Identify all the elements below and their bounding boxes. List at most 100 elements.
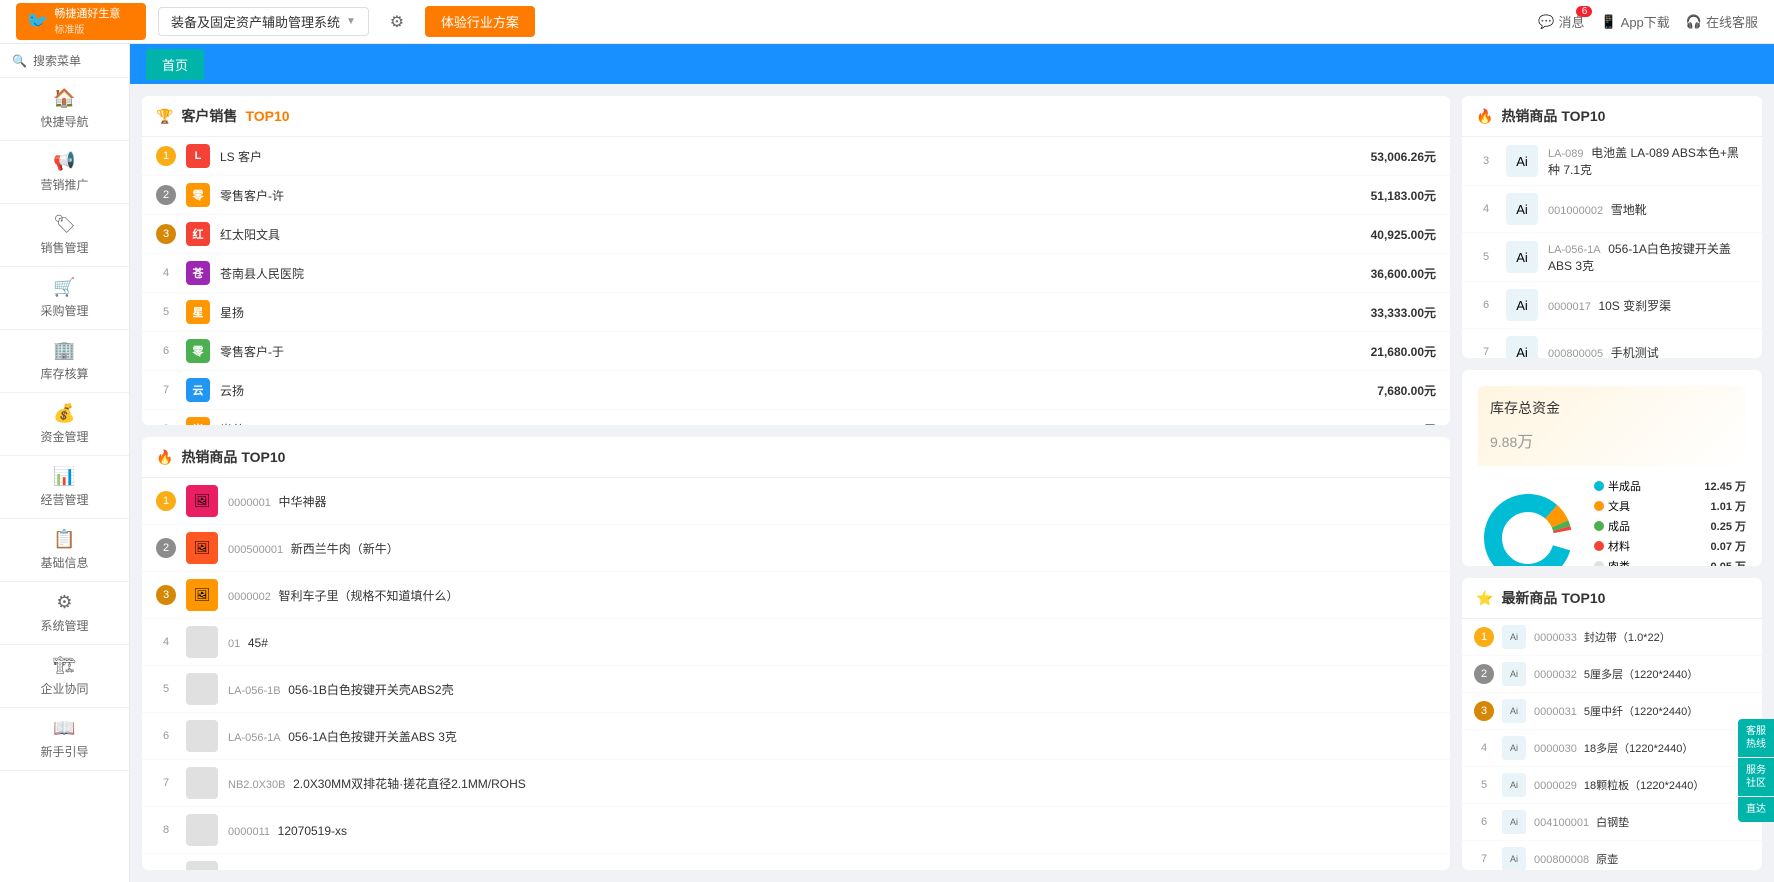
sales-rank-row: 3 红 红太阳文具 40,925.00元 bbox=[142, 215, 1450, 254]
hot-products-header: 🔥 热销商品 TOP10 bbox=[142, 437, 1450, 478]
product-code-right: LA-089 bbox=[1548, 148, 1583, 160]
rank-avatar: 零 bbox=[186, 339, 210, 363]
hot-product-right-row: 5 Ai LA-056-1A 056-1A白色按键开关盖ABS 3克 bbox=[1462, 233, 1762, 282]
system-name: 装备及固定资产辅助管理系统 bbox=[171, 12, 340, 31]
rank-number: 4 bbox=[156, 263, 176, 283]
sidebar-label-guide: 新手引导 bbox=[40, 743, 88, 760]
new-product-info: 0000031 5厘中纤（1220*2440） bbox=[1534, 703, 1750, 719]
product-code: 01 bbox=[228, 638, 240, 650]
product-rank: 5 bbox=[156, 679, 176, 699]
product-info: 0000002 智利车子里（规格不知道填什么） bbox=[228, 587, 458, 604]
donut-legend: 半成品 12.45 万 文具 1.01 万 成品 0.25 万 材料 0.07 … bbox=[1594, 478, 1746, 566]
product-rank: 7 bbox=[156, 773, 176, 793]
sidebar-item-quick-nav[interactable]: 🏠 快捷导航 bbox=[0, 78, 129, 141]
new-product-image: Ai bbox=[1502, 736, 1526, 760]
rank-name: 苍南县人民医院 bbox=[220, 265, 1361, 282]
direct-btn[interactable]: 直达 bbox=[1738, 797, 1774, 822]
product-image: 🖼 bbox=[186, 532, 218, 564]
sidebar-label-marketing: 营销推广 bbox=[40, 176, 88, 193]
rank-amount: 36,600.00元 bbox=[1371, 265, 1436, 282]
float-buttons: 客服热线 服务社区 直达 bbox=[1738, 719, 1774, 822]
sidebar-label-sales: 销售管理 bbox=[40, 239, 88, 256]
nav-tabs: 首页 bbox=[130, 44, 1774, 84]
hot-product-right-row: 6 Ai 0000017 10S 变刹罗渠 bbox=[1462, 282, 1762, 329]
hot-product-row: 6 LA-056-1A 056-1A白色按键开关盖ABS 3克 bbox=[142, 713, 1450, 760]
sidebar-item-finance[interactable]: 💰 资金管理 bbox=[0, 393, 129, 456]
app-download-label: App下载 bbox=[1621, 12, 1670, 31]
product-rank: 8 bbox=[156, 820, 176, 840]
product-rank-right: 4 bbox=[1476, 199, 1496, 219]
product-code-right: 0000017 bbox=[1548, 301, 1591, 313]
new-product-image: Ai bbox=[1502, 662, 1526, 686]
sidebar-item-system[interactable]: ⚙ 系统管理 bbox=[0, 582, 129, 645]
product-code: 000500001 bbox=[228, 544, 283, 556]
rank-number: 5 bbox=[156, 302, 176, 322]
messages-badge: 6 bbox=[1576, 6, 1592, 17]
rank-amount: 51,183.00元 bbox=[1371, 187, 1436, 204]
sales-icon: 🏷 bbox=[53, 214, 76, 235]
online-service-button[interactable]: 🎧 在线客服 bbox=[1686, 12, 1758, 31]
hot-products-right-list: 3 Ai LA-089 电池盖 LA-089 ABS本色+黑种 7.1克 4 A… bbox=[1462, 137, 1762, 358]
sales-top10-header: 🏆 客户销售 TOP10 bbox=[142, 96, 1450, 137]
sidebar-item-inventory[interactable]: 🏢 库存核算 bbox=[0, 330, 129, 393]
service-community-btn[interactable]: 服务社区 bbox=[1738, 758, 1774, 796]
search-menu[interactable]: 🔍 搜索菜单 bbox=[0, 44, 129, 78]
product-name: 新西兰牛肉（新牛） bbox=[291, 542, 399, 556]
rank-name: 红太阳文具 bbox=[220, 226, 1361, 243]
hot-product-right-row: 3 Ai LA-089 电池盖 LA-089 ABS本色+黑种 7.1克 bbox=[1462, 137, 1762, 186]
rank-number: 8 bbox=[156, 419, 176, 425]
product-code: NB2.0X30B bbox=[228, 779, 285, 791]
system-icon: ⚙ bbox=[56, 592, 72, 613]
hot-products-list: 1 🖼 0000001 中华神器 2 🖼 000500001 新西兰牛肉（新牛）… bbox=[142, 478, 1450, 870]
sidebar-item-sales[interactable]: 🏷 销售管理 bbox=[0, 204, 129, 267]
messages-button[interactable]: 💬 消息 6 bbox=[1538, 12, 1584, 31]
product-image: 🖼 bbox=[186, 579, 218, 611]
new-product-rank: 6 bbox=[1474, 812, 1494, 832]
new-product-image: Ai bbox=[1502, 810, 1526, 834]
legend-label: 文具 bbox=[1608, 498, 1630, 514]
sidebar-item-marketing[interactable]: 📢 营销推广 bbox=[0, 141, 129, 204]
product-image bbox=[186, 861, 218, 870]
new-product-info: 004100001 白钢垫 bbox=[1534, 814, 1750, 830]
product-name-right: 手机测试 bbox=[1611, 346, 1659, 358]
new-product-name: 5厘中纤（1220*2440） bbox=[1584, 706, 1698, 718]
sales-top10-label: TOP10 bbox=[245, 108, 289, 124]
new-product-image: Ai bbox=[1502, 847, 1526, 870]
settings-button[interactable]: ⚙ bbox=[381, 6, 413, 38]
marketing-icon: 📢 bbox=[53, 151, 75, 172]
new-product-name: 封边带（1.0*22） bbox=[1584, 632, 1671, 644]
tab-home[interactable]: 首页 bbox=[146, 49, 204, 80]
sidebar-item-purchase[interactable]: 🛒 采购管理 bbox=[0, 267, 129, 330]
logo: 🐦 畅捷通好生意 标准版 bbox=[16, 3, 146, 40]
sidebar-item-enterprise[interactable]: 🏗 企业协同 bbox=[0, 645, 129, 708]
product-info: 0000011 12070519-xs bbox=[228, 823, 347, 838]
sidebar-item-operations[interactable]: 📊 经营管理 bbox=[0, 456, 129, 519]
trial-button[interactable]: 体验行业方案 bbox=[425, 6, 535, 37]
product-image bbox=[186, 767, 218, 799]
rank-number: 6 bbox=[156, 341, 176, 361]
rank-name: 星扬 bbox=[220, 304, 1361, 321]
app-download-button[interactable]: 📱 App下载 bbox=[1600, 12, 1669, 31]
sidebar-label-system: 系统管理 bbox=[40, 617, 88, 634]
new-product-code: 0000032 bbox=[1534, 669, 1577, 681]
new-products-header: ⭐ 最新商品 TOP10 bbox=[1462, 578, 1762, 619]
page-content: 🏆 客户销售 TOP10 1 L LS 客户 53,006.26元 2 零 零售… bbox=[130, 84, 1774, 882]
customer-service-btn[interactable]: 客服热线 bbox=[1738, 719, 1774, 757]
sales-rank-table: 1 L LS 客户 53,006.26元 2 零 零售客户-许 51,183.0… bbox=[142, 137, 1450, 425]
legend-item: 文具 1.01 万 bbox=[1594, 498, 1746, 514]
product-name: 中华神器 bbox=[278, 495, 326, 509]
rank-number: 3 bbox=[156, 224, 176, 244]
sidebar-item-guide[interactable]: 📖 新手引导 bbox=[0, 708, 129, 771]
product-image: 🖼 bbox=[186, 485, 218, 517]
product-code: 0000011 bbox=[228, 826, 270, 838]
product-info-right: LA-089 电池盖 LA-089 ABS本色+黑种 7.1克 bbox=[1548, 144, 1748, 178]
product-name-right: 雪地靴 bbox=[1611, 203, 1647, 217]
product-code: LA-056-1B bbox=[228, 685, 281, 697]
system-selector[interactable]: 装备及固定资产辅助管理系统 ▼ bbox=[158, 7, 369, 36]
rank-amount: 7,680.00元 bbox=[1377, 382, 1436, 399]
sidebar-item-basic[interactable]: 📋 基础信息 bbox=[0, 519, 129, 582]
donut-chart bbox=[1478, 488, 1578, 566]
sales-rank-row: 5 星 星扬 33,333.00元 bbox=[142, 293, 1450, 332]
enterprise-icon: 🏗 bbox=[53, 655, 76, 676]
star-icon: ⭐ bbox=[1476, 590, 1493, 607]
